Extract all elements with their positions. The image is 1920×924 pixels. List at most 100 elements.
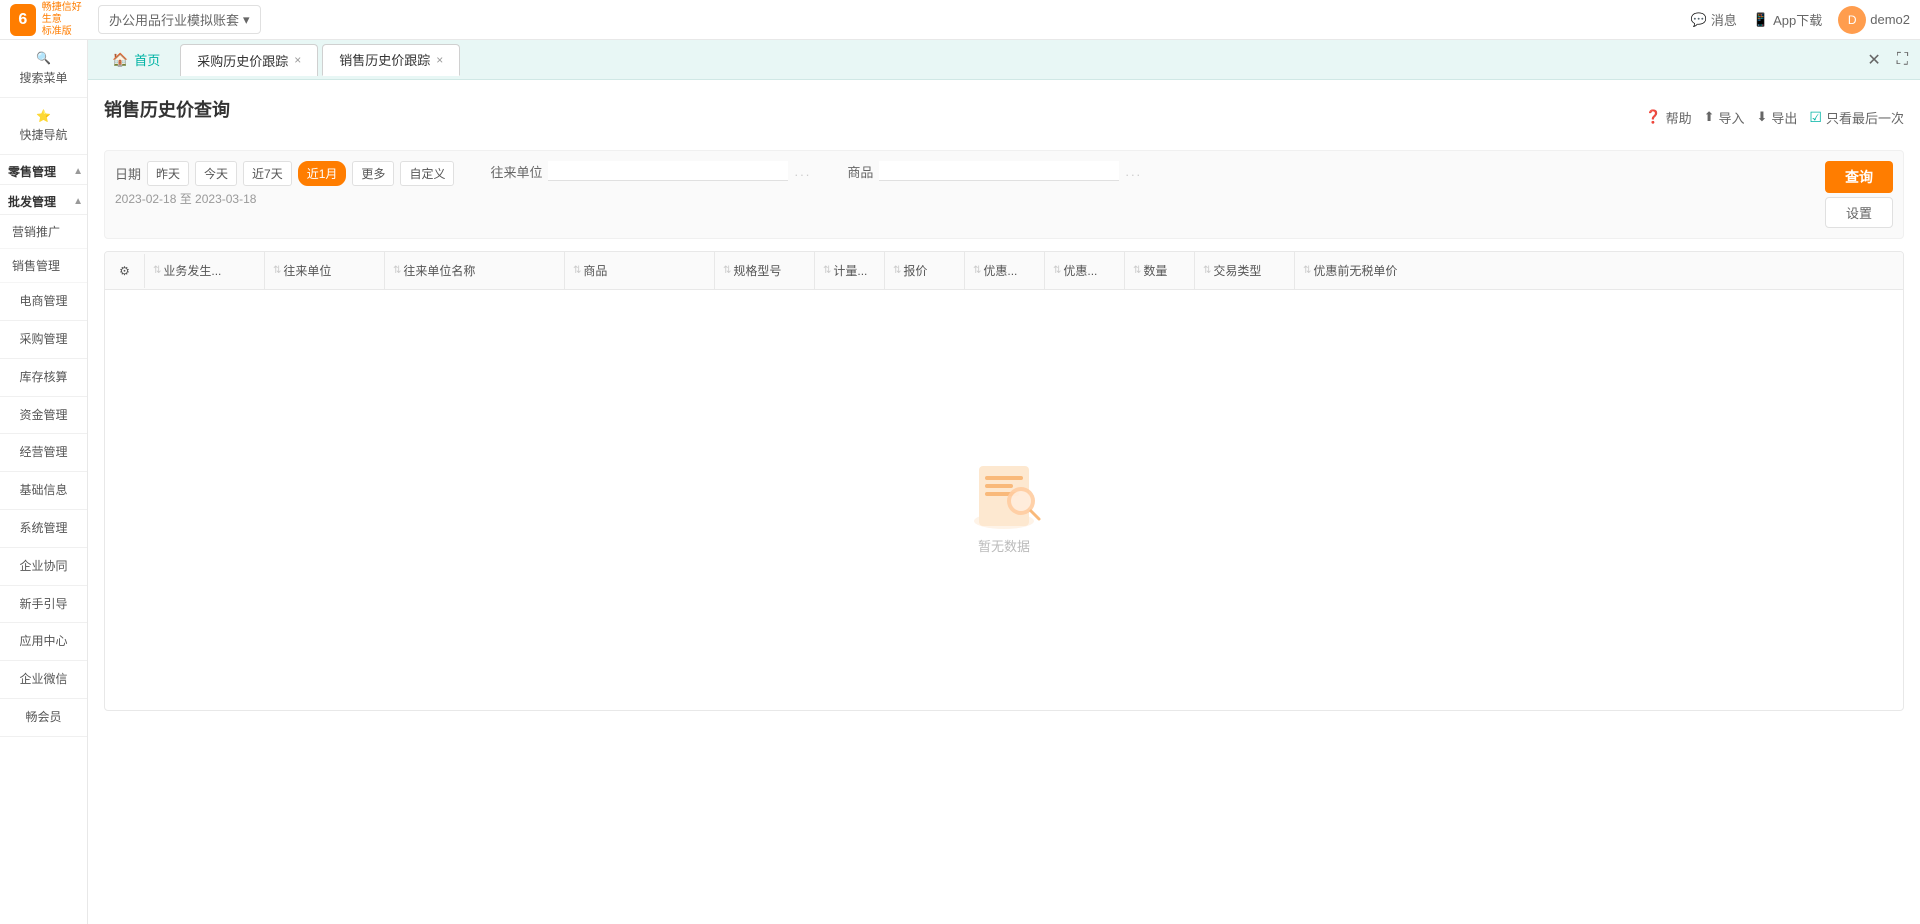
download-btn[interactable]: 📱 App下载 xyxy=(1753,10,1822,29)
chevron-down-icon: ▾ xyxy=(243,12,250,28)
th-label: 规格型号 xyxy=(733,262,781,279)
sidebar-item-label: 库存核算 xyxy=(19,369,67,386)
import-btn[interactable]: ⬆ 导入 xyxy=(1704,108,1745,127)
query-button[interactable]: 查询 xyxy=(1825,161,1893,193)
th-discount2[interactable]: ⇅ 优惠... xyxy=(1045,252,1125,289)
th-goods[interactable]: ⇅ 商品 xyxy=(565,252,715,289)
expand-btn[interactable]: ⛶ xyxy=(1893,47,1912,73)
th-label: 往来单位 xyxy=(283,262,331,279)
sidebar-item-enterprise[interactable]: 企业协同 xyxy=(0,548,87,586)
th-qty[interactable]: ⇅ 数量 xyxy=(1125,252,1195,289)
user-btn[interactable]: D demo2 xyxy=(1838,6,1910,34)
tab-bar-right: ✕ ⛶ xyxy=(1863,46,1912,74)
th-unit[interactable]: ⇅ 计量... xyxy=(815,252,885,289)
th-partner-code[interactable]: ⇅ 往来单位 xyxy=(265,252,385,289)
sidebar-item-system[interactable]: 系统管理 xyxy=(0,510,87,548)
sidebar-item-search[interactable]: 🔍 搜索菜单 xyxy=(0,40,87,98)
sidebar-item-shortcut[interactable]: ⭐ 快捷导航 xyxy=(0,98,87,156)
tab-close-icon[interactable]: × xyxy=(294,53,301,67)
tab-sales-history[interactable]: 销售历史价跟踪 × xyxy=(322,44,460,76)
sidebar-item-label: 畅会员 xyxy=(25,709,61,726)
star-icon: ⭐ xyxy=(36,108,51,125)
partner-input[interactable] xyxy=(548,161,788,181)
th-label: 计量... xyxy=(833,262,867,279)
sidebar-item-purchase[interactable]: 采购管理 xyxy=(0,321,87,359)
sidebar-section-wholesale[interactable]: 批发管理 ▲ xyxy=(0,185,87,215)
date-btn-today[interactable]: 今天 xyxy=(195,161,237,186)
sidebar-item-label: 采购管理 xyxy=(19,331,67,348)
date-btn-more[interactable]: 更多 xyxy=(352,161,394,186)
empty-illustration xyxy=(959,446,1049,536)
only-last-label: 只看最后一次 xyxy=(1826,108,1904,127)
th-label: 数量 xyxy=(1143,262,1167,279)
empty-state: 暂无数据 xyxy=(105,290,1903,710)
sidebar-section-label: 批发管理 xyxy=(8,193,56,210)
th-discount1[interactable]: ⇅ 优惠... xyxy=(965,252,1045,289)
sidebar-item-marketing[interactable]: 营销推广 xyxy=(0,215,87,249)
tab-label: 销售历史价跟踪 xyxy=(339,50,430,69)
sidebar-item-label: 经营管理 xyxy=(19,444,67,461)
export-label: 导出 xyxy=(1771,108,1797,127)
th-partner-name[interactable]: ⇅ 往来单位名称 xyxy=(385,252,565,289)
th-label: 优惠... xyxy=(1063,262,1097,279)
message-icon: 💬 xyxy=(1691,12,1707,28)
sidebar-item-label: 营销推广 xyxy=(12,225,60,239)
empty-text: 暂无数据 xyxy=(978,536,1030,555)
sidebar-item-member[interactable]: 畅会员 xyxy=(0,699,87,737)
chevron-up-icon: ▲ xyxy=(73,196,83,207)
sidebar-item-label: 新手引导 xyxy=(19,596,67,613)
tab-bar: 🏠 首页 采购历史价跟踪 × 销售历史价跟踪 × ✕ ⛶ xyxy=(88,40,1920,80)
tab-purchase-history[interactable]: 采购历史价跟踪 × xyxy=(180,44,318,76)
only-last-checkbox[interactable]: ☑ 只看最后一次 xyxy=(1809,108,1904,127)
date-btn-yesterday[interactable]: 昨天 xyxy=(147,161,189,186)
sidebar-item-ecommerce[interactable]: 电商管理 xyxy=(0,283,87,321)
tab-label: 采购历史价跟踪 xyxy=(197,51,288,70)
message-btn[interactable]: 💬 消息 xyxy=(1691,10,1737,29)
logo-area: 6 畅捷信好生意 标准版 xyxy=(10,2,90,38)
goods-input[interactable] xyxy=(879,161,1119,181)
date-btn-last7[interactable]: 近7天 xyxy=(243,161,292,186)
sidebar-item-inventory[interactable]: 库存核算 xyxy=(0,359,87,397)
th-price[interactable]: ⇅ 报价 xyxy=(885,252,965,289)
sort-asc-icon: ⇅ xyxy=(273,265,281,276)
sidebar-item-newbie[interactable]: 新手引导 xyxy=(0,586,87,624)
sidebar-section-retail[interactable]: 零售管理 ▲ xyxy=(0,155,87,185)
setting-button[interactable]: 设置 xyxy=(1825,197,1893,228)
sort-asc-icon: ⇅ xyxy=(153,265,161,276)
sidebar-item-label: 企业微信 xyxy=(19,671,67,688)
sidebar-item-base[interactable]: 基础信息 xyxy=(0,472,87,510)
th-label: 商品 xyxy=(583,262,607,279)
partner-dots: ... xyxy=(794,164,811,179)
tab-close-icon[interactable]: × xyxy=(436,53,443,67)
th-setting[interactable]: ⚙ xyxy=(105,254,145,288)
th-label: 往来单位名称 xyxy=(403,262,475,279)
sidebar-item-label: 企业协同 xyxy=(19,558,67,575)
sidebar-item-weixin[interactable]: 企业微信 xyxy=(0,661,87,699)
th-date[interactable]: ⇅ 业务发生... xyxy=(145,252,265,289)
th-label: 优惠前无税单价 xyxy=(1313,262,1397,279)
th-spec[interactable]: ⇅ 规格型号 xyxy=(715,252,815,289)
date-btn-last1m[interactable]: 近1月 xyxy=(298,161,347,186)
export-btn[interactable]: ⬇ 导出 xyxy=(1757,108,1798,127)
sidebar-item-label: 系统管理 xyxy=(19,520,67,537)
help-btn[interactable]: ❓ 帮助 xyxy=(1645,108,1691,127)
sort-asc-icon: ⇅ xyxy=(723,265,731,276)
sidebar-item-operation[interactable]: 经营管理 xyxy=(0,434,87,472)
th-notax-price[interactable]: ⇅ 优惠前无税单价 xyxy=(1295,252,1903,289)
sort-asc-icon: ⇅ xyxy=(823,265,831,276)
date-btn-custom[interactable]: 自定义 xyxy=(400,161,454,186)
sidebar-item-sales[interactable]: 销售管理 xyxy=(0,249,87,283)
sort-asc-icon: ⇅ xyxy=(393,265,401,276)
tab-home[interactable]: 🏠 首页 xyxy=(96,44,176,76)
sidebar-item-appstore[interactable]: 应用中心 xyxy=(0,623,87,661)
logo-text: 畅捷信好生意 标准版 xyxy=(42,2,90,38)
top-bar-right: 💬 消息 📱 App下载 D demo2 xyxy=(1691,6,1910,34)
th-label: 报价 xyxy=(903,262,927,279)
app-selector[interactable]: 办公用品行业模拟账套 ▾ xyxy=(98,5,261,34)
sort-asc-icon: ⇅ xyxy=(1053,265,1061,276)
th-trade-type[interactable]: ⇅ 交易类型 xyxy=(1195,252,1295,289)
sidebar-item-finance[interactable]: 资金管理 xyxy=(0,397,87,435)
download-label: App下载 xyxy=(1773,10,1822,29)
search-icon: 🔍 xyxy=(36,50,51,67)
close-tab-btn[interactable]: ✕ xyxy=(1863,46,1884,74)
